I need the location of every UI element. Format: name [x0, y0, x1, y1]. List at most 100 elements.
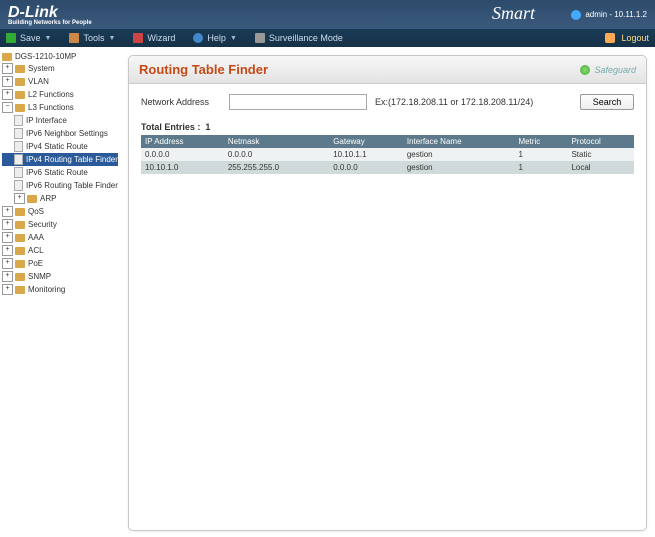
help-icon: [193, 33, 203, 43]
header: D-Link Building Networks for People Smar…: [0, 0, 655, 29]
tree-item-snmp[interactable]: +SNMP: [2, 270, 118, 283]
logout-icon: [605, 33, 615, 43]
tree-toggle-icon[interactable]: −: [2, 102, 13, 113]
page-icon: [14, 180, 23, 191]
tree-item-acl[interactable]: +ACL: [2, 244, 118, 257]
chevron-down-icon: ▼: [230, 35, 237, 42]
menubar: Save▼ Tools▼ Wizard Help▼ Surveillance M…: [0, 29, 655, 47]
route-table: IP AddressNetmaskGatewayInterface NameMe…: [141, 135, 634, 174]
device-icon: [2, 53, 12, 61]
content: Routing Table Finder Safeguard Network A…: [120, 47, 655, 537]
tree-item-ip-interface[interactable]: IP Interface: [2, 114, 118, 127]
col-metric: Metric: [514, 135, 567, 148]
page-icon: [14, 115, 23, 126]
page-icon: [14, 128, 23, 139]
surveillance-icon: [255, 33, 265, 43]
menu-surveillance[interactable]: Surveillance Mode: [255, 33, 343, 43]
user-icon: [571, 10, 581, 20]
chevron-down-icon: ▼: [45, 35, 52, 42]
tree-toggle-icon[interactable]: +: [2, 284, 13, 295]
col-interface-name: Interface Name: [403, 135, 515, 148]
tree-toggle-icon[interactable]: +: [14, 193, 25, 204]
folder-icon: [15, 208, 25, 216]
menu-right: Logout: [605, 33, 649, 43]
tree-item-ipv4-routing-table-finder[interactable]: IPv4 Routing Table Finder: [2, 153, 118, 166]
tree-toggle-icon[interactable]: +: [2, 271, 13, 282]
logout-link[interactable]: Logout: [621, 33, 649, 43]
main: DGS-1210-10MP +System+VLAN+L2 Functions−…: [0, 47, 655, 537]
page-icon: [14, 154, 23, 165]
panel-body: Network Address Ex:(172.18.208.11 or 172…: [129, 84, 646, 184]
safeguard-badge: Safeguard: [580, 65, 636, 75]
smart-logo: Smart: [492, 3, 535, 24]
tree-item-qos[interactable]: +QoS: [2, 205, 118, 218]
menu-wizard[interactable]: Wizard: [133, 33, 175, 43]
menu-help[interactable]: Help▼: [193, 33, 236, 43]
folder-icon: [15, 247, 25, 255]
network-address-input[interactable]: [229, 94, 367, 110]
search-row: Network Address Ex:(172.18.208.11 or 172…: [141, 94, 634, 110]
menu-left: Save▼ Tools▼ Wizard Help▼ Surveillance M…: [6, 33, 343, 43]
table-row[interactable]: 0.0.0.00.0.0.010.10.1.1gestion1Static: [141, 148, 634, 161]
search-label: Network Address: [141, 97, 221, 107]
folder-icon: [15, 78, 25, 86]
tree-toggle-icon[interactable]: +: [2, 89, 13, 100]
tree-item-security[interactable]: +Security: [2, 218, 118, 231]
admin-text: admin - 10.11.1.2: [585, 10, 647, 19]
tools-icon: [69, 33, 79, 43]
folder-icon: [15, 91, 25, 99]
tree-item-monitoring[interactable]: +Monitoring: [2, 283, 118, 296]
logo-main: D-Link: [8, 4, 58, 21]
tree-toggle-icon[interactable]: +: [2, 206, 13, 217]
col-gateway: Gateway: [329, 135, 403, 148]
tree-toggle-icon[interactable]: +: [2, 219, 13, 230]
tree-item-vlan[interactable]: +VLAN: [2, 75, 118, 88]
save-icon: [6, 33, 16, 43]
folder-icon: [15, 221, 25, 229]
folder-icon: [27, 195, 37, 203]
tree-item-arp[interactable]: +ARP: [2, 192, 118, 205]
folder-icon: [15, 234, 25, 242]
tree-item-aaa[interactable]: +AAA: [2, 231, 118, 244]
tree-item-poe[interactable]: +PoE: [2, 257, 118, 270]
search-button[interactable]: Search: [580, 94, 634, 110]
search-example: Ex:(172.18.208.11 or 172.18.208.11/24): [375, 97, 533, 107]
tree-root[interactable]: DGS-1210-10MP: [2, 51, 118, 62]
folder-icon: [15, 104, 25, 112]
tree-toggle-icon[interactable]: +: [2, 76, 13, 87]
col-protocol: Protocol: [567, 135, 634, 148]
brand-logo: D-Link Building Networks for People: [8, 4, 92, 26]
wizard-icon: [133, 33, 143, 43]
panel-title: Routing Table Finder: [139, 62, 268, 77]
table-row[interactable]: 10.10.1.0255.255.255.00.0.0.0gestion1Loc…: [141, 161, 634, 174]
tree-item-ipv6-static-route[interactable]: IPv6 Static Route: [2, 166, 118, 179]
menu-save[interactable]: Save▼: [6, 33, 51, 43]
col-netmask: Netmask: [224, 135, 329, 148]
col-ip-address: IP Address: [141, 135, 224, 148]
tree-toggle-icon[interactable]: +: [2, 245, 13, 256]
tree-item-system[interactable]: +System: [2, 62, 118, 75]
panel-header: Routing Table Finder Safeguard: [129, 56, 646, 84]
admin-info: admin - 10.11.1.2: [571, 10, 647, 20]
folder-icon: [15, 273, 25, 281]
menu-tools[interactable]: Tools▼: [69, 33, 115, 43]
folder-icon: [15, 260, 25, 268]
tree-toggle-icon[interactable]: +: [2, 63, 13, 74]
page-icon: [14, 141, 23, 152]
sidebar: DGS-1210-10MP +System+VLAN+L2 Functions−…: [0, 47, 120, 537]
folder-icon: [15, 286, 25, 294]
entries-total: Total Entries : 1: [141, 122, 634, 132]
panel: Routing Table Finder Safeguard Network A…: [128, 55, 647, 531]
chevron-down-icon: ▼: [108, 35, 115, 42]
safeguard-icon: [580, 65, 590, 75]
tree-item-l3-functions[interactable]: −L3 Functions: [2, 101, 118, 114]
page-icon: [14, 167, 23, 178]
tree-item-l2-functions[interactable]: +L2 Functions: [2, 88, 118, 101]
folder-icon: [15, 65, 25, 73]
tree-item-ipv6-neighbor-settings[interactable]: IPv6 Neighbor Settings: [2, 127, 118, 140]
logo-sub: Building Networks for People: [8, 20, 92, 26]
tree-toggle-icon[interactable]: +: [2, 232, 13, 243]
tree-item-ipv6-routing-table-finder[interactable]: IPv6 Routing Table Finder: [2, 179, 118, 192]
tree-item-ipv4-static-route[interactable]: IPv4 Static Route: [2, 140, 118, 153]
tree-toggle-icon[interactable]: +: [2, 258, 13, 269]
